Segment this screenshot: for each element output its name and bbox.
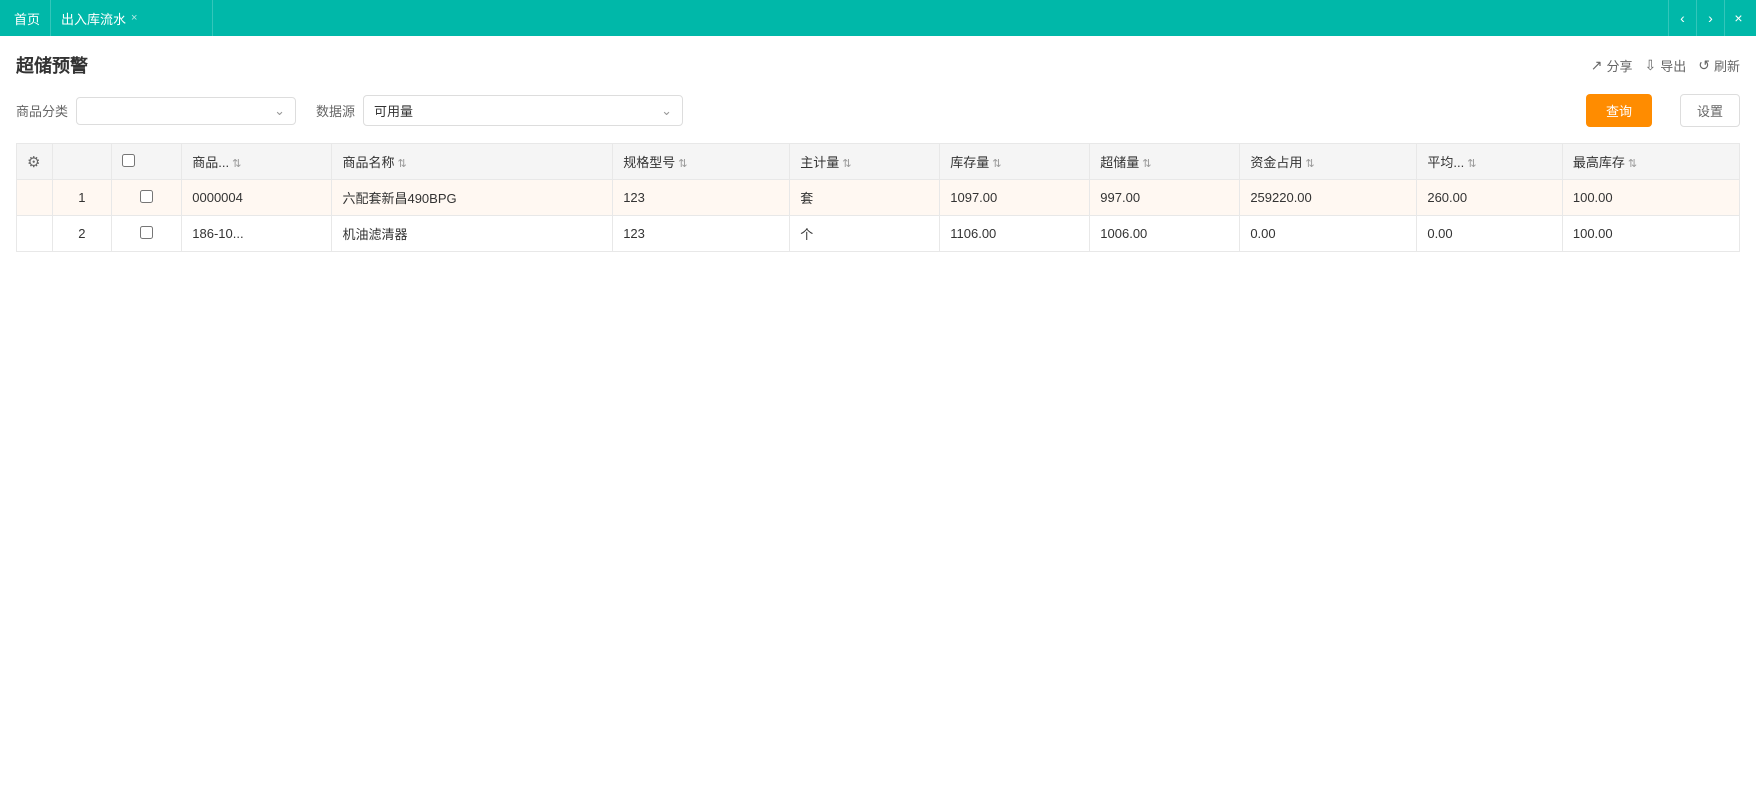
row-checkbox-cell[interactable] bbox=[111, 216, 182, 252]
filter-row: 商品分类 ⌄ 数据源 可用量 ⌄ 查询 设置 bbox=[16, 94, 1740, 127]
row-name: 机油滤清器 bbox=[332, 216, 613, 252]
share-button[interactable]: ↗ 分享 bbox=[1591, 56, 1633, 75]
col-code-header[interactable]: 商品...⇅ bbox=[182, 144, 332, 180]
export-icon: ⇩ bbox=[1645, 57, 1657, 74]
category-label: 商品分类 bbox=[16, 101, 68, 120]
row-capital: 259220.00 bbox=[1240, 180, 1417, 216]
table-body: 1 0000004 六配套新昌490BPG 123 套 1097.00 997.… bbox=[17, 180, 1740, 252]
export-label: 导出 bbox=[1660, 56, 1686, 75]
gear-icon[interactable]: ⚙ bbox=[27, 154, 40, 171]
col-max-header[interactable]: 最高库存⇅ bbox=[1562, 144, 1739, 180]
row-max: 100.00 bbox=[1562, 216, 1739, 252]
col-name-header[interactable]: 商品名称⇅ bbox=[332, 144, 613, 180]
nav-home[interactable]: 首页 bbox=[4, 0, 51, 36]
export-button[interactable]: ⇩ 导出 bbox=[1645, 56, 1687, 75]
category-select[interactable]: ⌄ bbox=[76, 97, 296, 125]
nav-tab-tab6[interactable]: 出入库流水× bbox=[51, 0, 213, 36]
nav-arrows: ‹ › × bbox=[1668, 0, 1752, 36]
row-checkbox-cell[interactable] bbox=[111, 180, 182, 216]
row-over: 997.00 bbox=[1090, 180, 1240, 216]
page-header: 超储预警 ↗ 分享 ⇩ 导出 ↺ 刷新 bbox=[16, 52, 1740, 78]
col-over-header[interactable]: 超储量⇅ bbox=[1090, 144, 1240, 180]
row-unit: 个 bbox=[790, 216, 940, 252]
data-table: ⚙ 商品...⇅ 商品名称⇅ 规格型号⇅ 主计量⇅ 库存量⇅ 超储量⇅ 资金占用… bbox=[16, 143, 1740, 252]
row-max: 100.00 bbox=[1562, 180, 1739, 216]
page-container: 超储预警 ↗ 分享 ⇩ 导出 ↺ 刷新 商品分类 ⌄ 数据源 bbox=[0, 36, 1756, 800]
row-code: 0000004 bbox=[182, 180, 332, 216]
col-gear[interactable]: ⚙ bbox=[17, 144, 53, 180]
header-actions: ↗ 分享 ⇩ 导出 ↺ 刷新 bbox=[1591, 56, 1740, 75]
nav-next-arrow[interactable]: › bbox=[1696, 0, 1724, 36]
close-icon[interactable]: × bbox=[131, 12, 137, 24]
row-name: 六配套新昌490BPG bbox=[332, 180, 613, 216]
row-avg: 0.00 bbox=[1417, 216, 1563, 252]
col-unit-header[interactable]: 主计量⇅ bbox=[790, 144, 940, 180]
datasource-label: 数据源 bbox=[316, 101, 355, 120]
table-header-row: ⚙ 商品...⇅ 商品名称⇅ 规格型号⇅ 主计量⇅ 库存量⇅ 超储量⇅ 资金占用… bbox=[17, 144, 1740, 180]
query-button[interactable]: 查询 bbox=[1586, 94, 1652, 127]
nav-close-arrow[interactable]: × bbox=[1724, 0, 1752, 36]
share-label: 分享 bbox=[1606, 56, 1632, 75]
chevron-down-icon-2: ⌄ bbox=[661, 103, 672, 119]
share-icon: ↗ bbox=[1591, 57, 1603, 74]
col-check-header[interactable] bbox=[111, 144, 182, 180]
row-gear-cell bbox=[17, 216, 53, 252]
col-index-header bbox=[53, 144, 112, 180]
datasource-select-value: 可用量 bbox=[374, 101, 413, 120]
row-stock: 1106.00 bbox=[940, 216, 1090, 252]
nav-home-label: 首页 bbox=[14, 9, 40, 28]
select-all-checkbox[interactable] bbox=[122, 154, 135, 167]
refresh-label: 刷新 bbox=[1714, 56, 1740, 75]
chevron-down-icon: ⌄ bbox=[274, 103, 285, 119]
nav-tabs: 拣货任务管理×拣货异常处理×现存量（库存状况表）×现存量（库存分布表）×库存批次… bbox=[51, 0, 213, 36]
row-index: 1 bbox=[53, 180, 112, 216]
col-avg-header[interactable]: 平均...⇅ bbox=[1417, 144, 1563, 180]
row-checkbox[interactable] bbox=[140, 226, 153, 239]
refresh-button[interactable]: ↺ 刷新 bbox=[1698, 56, 1740, 75]
row-unit: 套 bbox=[790, 180, 940, 216]
page-title: 超储预警 bbox=[16, 52, 88, 78]
col-capital-header[interactable]: 资金占用⇅ bbox=[1240, 144, 1417, 180]
col-stock-header[interactable]: 库存量⇅ bbox=[940, 144, 1090, 180]
nav-prev-arrow[interactable]: ‹ bbox=[1668, 0, 1696, 36]
row-capital: 0.00 bbox=[1240, 216, 1417, 252]
row-over: 1006.00 bbox=[1090, 216, 1240, 252]
table-row: 1 0000004 六配套新昌490BPG 123 套 1097.00 997.… bbox=[17, 180, 1740, 216]
settings-button[interactable]: 设置 bbox=[1680, 94, 1740, 127]
row-code: 186-10... bbox=[182, 216, 332, 252]
top-nav: 首页 拣货任务管理×拣货异常处理×现存量（库存状况表）×现存量（库存分布表）×库… bbox=[0, 0, 1756, 36]
datasource-filter: 数据源 可用量 ⌄ bbox=[316, 95, 683, 126]
row-spec: 123 bbox=[613, 180, 790, 216]
row-index: 2 bbox=[53, 216, 112, 252]
row-spec: 123 bbox=[613, 216, 790, 252]
category-filter: 商品分类 ⌄ bbox=[16, 97, 296, 125]
row-checkbox[interactable] bbox=[140, 190, 153, 203]
table-row: 2 186-10... 机油滤清器 123 个 1106.00 1006.00 … bbox=[17, 216, 1740, 252]
datasource-select[interactable]: 可用量 ⌄ bbox=[363, 95, 683, 126]
col-spec-header[interactable]: 规格型号⇅ bbox=[613, 144, 790, 180]
row-stock: 1097.00 bbox=[940, 180, 1090, 216]
refresh-icon: ↺ bbox=[1698, 57, 1710, 74]
row-avg: 260.00 bbox=[1417, 180, 1563, 216]
row-gear-cell bbox=[17, 180, 53, 216]
